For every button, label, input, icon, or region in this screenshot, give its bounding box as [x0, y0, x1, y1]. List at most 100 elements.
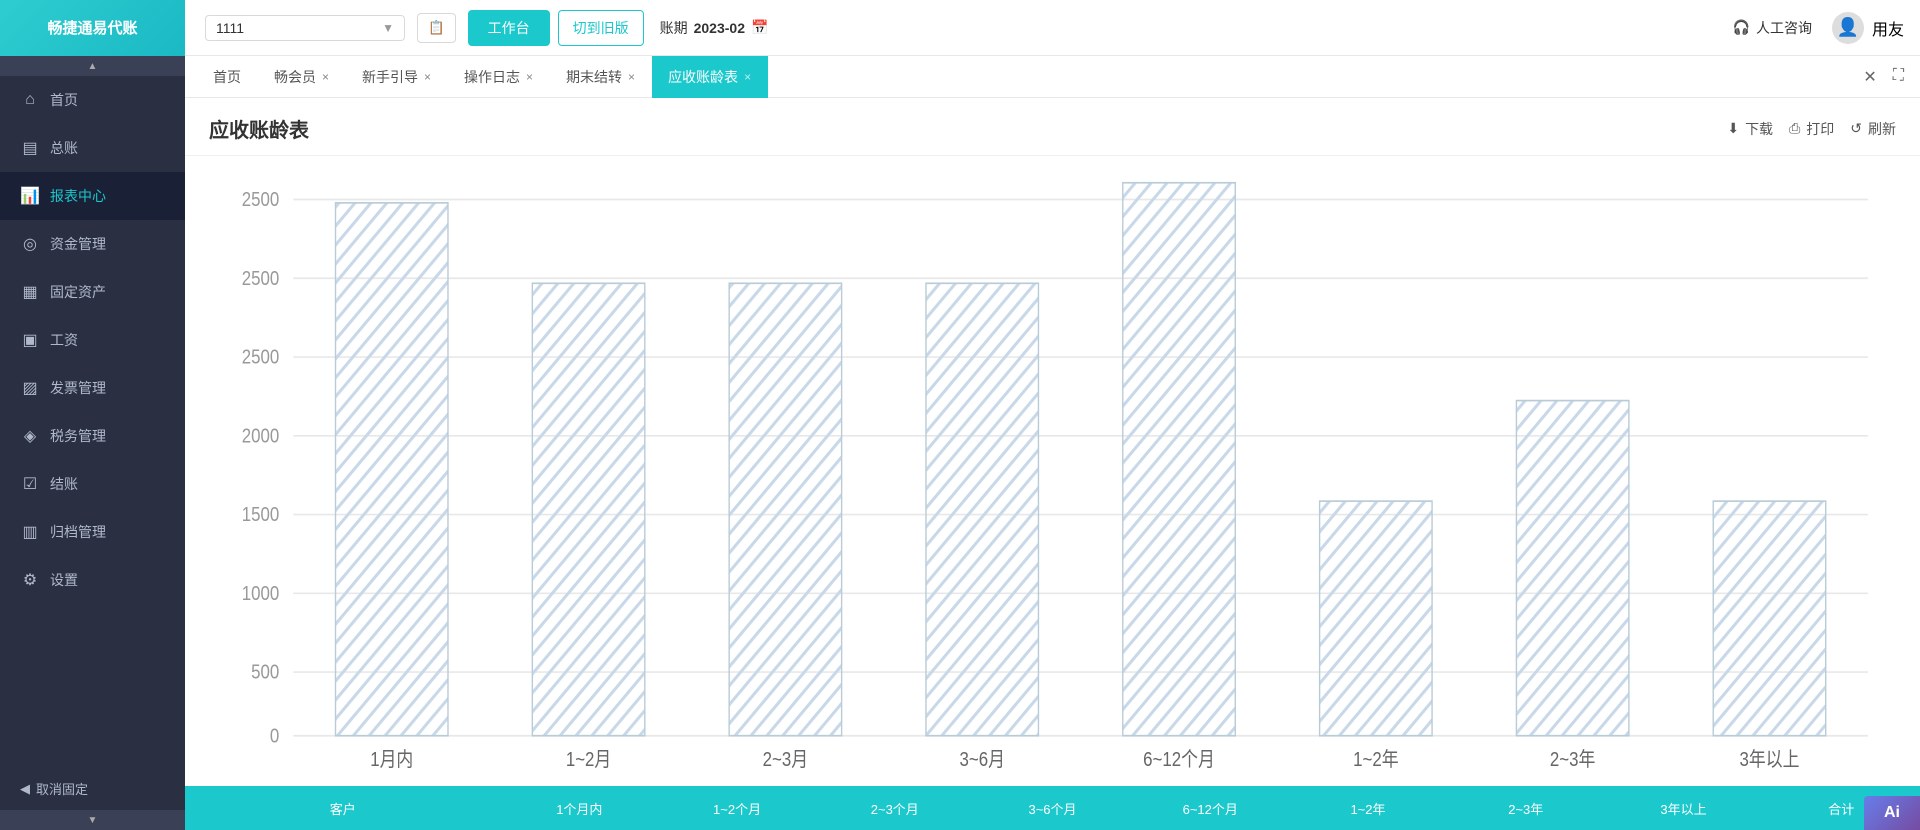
tab-close-icon[interactable]: ×: [424, 70, 431, 84]
table-header-2~3个月: 2~3个月: [816, 799, 974, 818]
sidebar-item-reports[interactable]: 📊 报表中心: [0, 172, 185, 220]
tab-close-icon[interactable]: ×: [526, 70, 533, 84]
sidebar-item-salary[interactable]: ▣ 工资: [0, 316, 185, 364]
svg-text:1月内: 1月内: [370, 747, 413, 770]
svg-text:2500: 2500: [242, 345, 280, 368]
svg-text:3年以上: 3年以上: [1739, 747, 1799, 770]
calendar-icon[interactable]: 📅: [751, 19, 768, 36]
tab-期末结转[interactable]: 期末结转 ×: [550, 56, 652, 98]
user-label: 用友: [1872, 16, 1904, 40]
expand-button[interactable]: ⛶: [1889, 63, 1908, 91]
svg-text:2000: 2000: [242, 424, 280, 447]
content-area: 首页畅会员× 新手引导 × 操作日志 × 期末结转 × 应收账龄表 × ✕ ⛶ 应收账龄表 ⬇ …: [185, 56, 1920, 830]
refresh-button[interactable]: ↺ 刷新: [1850, 119, 1896, 139]
tab-label: 期末结转: [566, 67, 622, 87]
tab-操作日志[interactable]: 操作日志 ×: [448, 56, 550, 98]
table-header-2~3年: 2~3年: [1447, 799, 1605, 818]
sidebar-icon-funds: ◎: [20, 234, 40, 254]
print-icon: ⎙: [1789, 120, 1800, 137]
sidebar-item-checkout[interactable]: ☑ 结账: [0, 460, 185, 508]
sidebar-icon-settings: ⚙: [20, 570, 40, 590]
table-header-6~12个月: 6~12个月: [1131, 799, 1289, 818]
svg-text:1~2月: 1~2月: [566, 747, 611, 770]
header: 畅捷通易代账 1111 ▼ 📋 工作台 切到旧版 账期 2023-02 📅 🎧 …: [0, 0, 1920, 56]
workbench-button[interactable]: 工作台: [468, 10, 550, 46]
svg-text:2~3月: 2~3月: [763, 747, 808, 770]
sidebar-item-home[interactable]: ⌂ 首页: [0, 76, 185, 124]
svg-text:2500: 2500: [242, 188, 280, 211]
download-button[interactable]: ⬇ 下载: [1727, 119, 1773, 139]
bar-2-3月: [729, 283, 841, 735]
main-layout: ▲ ⌂ 首页 ▤ 总账 📊 报表中心 ◎ 资金管理 ▦ 固定资产 ▣ 工资 ▨ …: [0, 56, 1920, 830]
switch-button[interactable]: 切到旧版: [558, 10, 644, 46]
ai-label: Ai: [1884, 804, 1900, 821]
svg-text:6~12个月: 6~12个月: [1143, 747, 1215, 770]
sidebar-item-archive[interactable]: ▥ 归档管理: [0, 508, 185, 556]
logo-area: 畅捷通易代账: [0, 0, 185, 56]
sidebar-label-salary: 工资: [50, 330, 78, 350]
bar-1-2月: [532, 283, 644, 735]
tab-close-icon[interactable]: ×: [744, 70, 751, 84]
sidebar-icon-salary: ▣: [20, 330, 40, 350]
table-header-客户: 客户: [185, 799, 500, 818]
download-icon: ⬇: [1727, 120, 1739, 137]
tab-首页[interactable]: 首页: [197, 56, 258, 98]
archive-button[interactable]: 📋: [417, 13, 456, 43]
bar-3-6月: [926, 283, 1038, 735]
sidebar-scroll-down[interactable]: ▼: [0, 810, 185, 830]
sidebar-icon-assets: ▦: [20, 282, 40, 302]
refresh-icon: ↺: [1850, 120, 1862, 137]
sidebar-icon-archive: ▥: [20, 522, 40, 542]
sidebar-label-checkout: 结账: [50, 474, 78, 494]
refresh-label: 刷新: [1868, 119, 1896, 139]
svg-text:2~3年: 2~3年: [1550, 747, 1595, 770]
sidebar-item-tax[interactable]: ◈ 税务管理: [0, 412, 185, 460]
period-label: 账期: [660, 18, 688, 38]
bar-chart: 2500 2500 2500 2000 1500 1000: [209, 166, 1896, 786]
sidebar-icon-reports: 📊: [20, 186, 40, 206]
table-header-1个月内: 1个月内: [500, 799, 658, 818]
ai-badge[interactable]: Ai: [1864, 796, 1920, 830]
sidebar-scroll-up[interactable]: ▲: [0, 56, 185, 76]
print-button[interactable]: ⎙ 打印: [1789, 119, 1834, 139]
logo-text: 畅捷通易代账: [47, 17, 137, 38]
action-buttons: ⬇ 下载 ⎙ 打印 ↺ 刷新: [1727, 119, 1896, 139]
print-label: 打印: [1806, 119, 1834, 139]
svg-text:500: 500: [251, 660, 279, 683]
sidebar: ▲ ⌂ 首页 ▤ 总账 📊 报表中心 ◎ 资金管理 ▦ 固定资产 ▣ 工资 ▨ …: [0, 56, 185, 830]
sidebar-label-tax: 税务管理: [50, 426, 106, 446]
sidebar-item-settings[interactable]: ⚙ 设置: [0, 556, 185, 604]
sidebar-item-invoice[interactable]: ▨ 发票管理: [0, 364, 185, 412]
tab-新手引导[interactable]: 新手引导 ×: [346, 56, 448, 98]
company-selector[interactable]: 1111 ▼: [205, 15, 405, 41]
tab-label: 操作日志: [464, 67, 520, 87]
bar-6-12月: [1123, 183, 1235, 736]
consult-button[interactable]: 🎧 人工咨询: [1733, 18, 1812, 38]
sidebar-label-assets: 固定资产: [50, 282, 106, 302]
tab-label: 新手引导: [362, 67, 418, 87]
tab-畅会员[interactable]: 畅会员×: [258, 56, 346, 98]
sidebar-footer-label: 取消固定: [36, 779, 88, 798]
page-content: 应收账龄表 ⬇ 下载 ⎙ 打印 ↺ 刷新: [185, 98, 1920, 830]
sidebar-item-assets[interactable]: ▦ 固定资产: [0, 268, 185, 316]
user-area[interactable]: 👤 用友: [1832, 12, 1904, 44]
tabs-right: ✕ ⛶: [1859, 63, 1908, 91]
sidebar-icon-invoice: ▨: [20, 378, 40, 398]
table-header-1~2年: 1~2年: [1289, 799, 1447, 818]
company-name: 1111: [216, 20, 244, 36]
tab-close-icon[interactable]: ×: [322, 70, 329, 84]
archive-icon: 📋: [428, 20, 445, 35]
close-all-tabs-button[interactable]: ✕: [1859, 63, 1880, 91]
bar-2-3年: [1516, 401, 1628, 736]
page-header: 应收账龄表 ⬇ 下载 ⎙ 打印 ↺ 刷新: [185, 98, 1920, 156]
sidebar-item-funds[interactable]: ◎ 资金管理: [0, 220, 185, 268]
tab-label: 应收账龄表: [668, 67, 738, 87]
table-header-bar: 客户1个月内1~2个月2~3个月3~6个月6~12个月1~2年2~3年3年以上合…: [185, 786, 1920, 830]
svg-text:3~6月: 3~6月: [959, 747, 1004, 770]
tab-应收账龄表[interactable]: 应收账龄表 ×: [652, 56, 768, 98]
sidebar-item-ledger[interactable]: ▤ 总账: [0, 124, 185, 172]
sidebar-footer[interactable]: ◀ 取消固定: [0, 767, 185, 810]
tab-close-icon[interactable]: ×: [628, 70, 635, 84]
period-value: 2023-02: [694, 20, 745, 36]
sidebar-label-funds: 资金管理: [50, 234, 106, 254]
